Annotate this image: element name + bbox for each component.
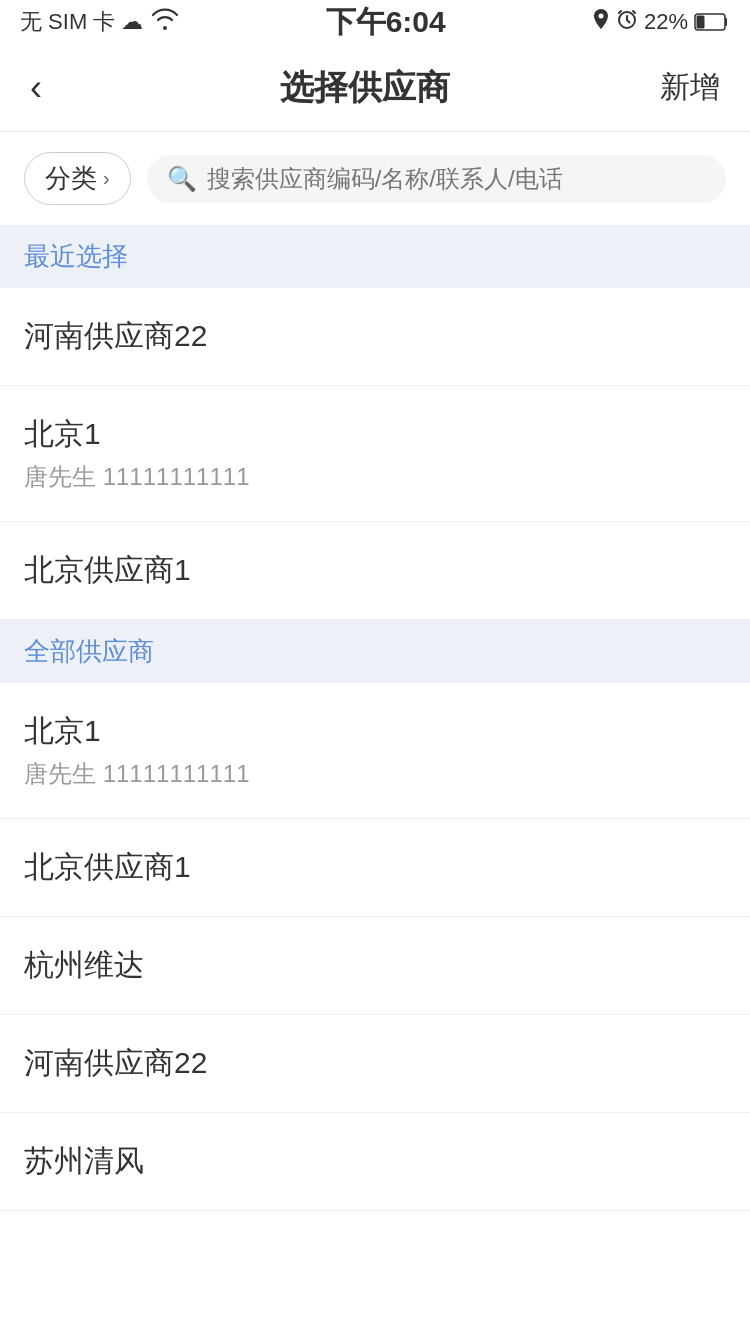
list-item[interactable]: 杭州维达 xyxy=(0,917,750,1015)
status-left: 无 SIM 卡 ☁ xyxy=(20,7,179,37)
chevron-right-icon: › xyxy=(103,167,110,190)
status-bar: 无 SIM 卡 ☁ 下午6:04 22% xyxy=(0,0,750,44)
alarm-icon xyxy=(616,8,638,36)
battery-icon xyxy=(694,12,730,32)
search-input-wrap[interactable]: 🔍 xyxy=(147,155,726,203)
list-item[interactable]: 北京供应商1 xyxy=(0,819,750,917)
recent-list: 河南供应商22 北京1 唐先生 11111111111 北京供应商1 xyxy=(0,288,750,620)
item-name: 北京供应商1 xyxy=(24,550,726,591)
no-sim-label: 无 SIM 卡 ☁ xyxy=(20,7,143,37)
item-name: 杭州维达 xyxy=(24,945,726,986)
item-sub: 唐先生 11111111111 xyxy=(24,461,726,493)
search-bar: 分类 › 🔍 xyxy=(0,132,750,225)
svg-rect-2 xyxy=(696,16,704,29)
list-item[interactable]: 北京供应商1 xyxy=(0,522,750,620)
status-right: 22% xyxy=(592,8,730,36)
search-input[interactable] xyxy=(207,165,706,193)
list-item[interactable]: 河南供应商22 xyxy=(0,1015,750,1113)
item-name: 河南供应商22 xyxy=(24,316,726,357)
all-list: 北京1 唐先生 11111111111 北京供应商1 杭州维达河南供应商22 苏州清风 xyxy=(0,683,750,1211)
category-button[interactable]: 分类 › xyxy=(24,152,131,205)
list-item[interactable]: 河南供应商22 xyxy=(0,288,750,386)
search-icon: 🔍 xyxy=(167,165,197,193)
item-name: 北京供应商1 xyxy=(24,847,726,888)
item-name: 河南供应商22 xyxy=(24,1043,726,1084)
item-sub: 唐先生 11111111111 xyxy=(24,758,726,790)
status-time: 下午6:04 xyxy=(326,2,446,43)
nav-bar: ‹ 选择供应商 新增 xyxy=(0,44,750,132)
item-name: 北京1 xyxy=(24,711,726,752)
list-item[interactable]: 北京1 唐先生 11111111111 xyxy=(0,683,750,819)
list-item[interactable]: 北京1 唐先生 11111111111 xyxy=(0,386,750,522)
back-button[interactable]: ‹ xyxy=(30,67,90,109)
category-label: 分类 xyxy=(45,161,97,196)
battery-label: 22% xyxy=(644,9,688,35)
page-title: 选择供应商 xyxy=(280,65,450,111)
item-name: 北京1 xyxy=(24,414,726,455)
item-name: 苏州清风 xyxy=(24,1141,726,1182)
list-item[interactable]: 苏州清风 xyxy=(0,1113,750,1211)
add-button[interactable]: 新增 xyxy=(640,67,720,108)
recent-section-header: 最近选择 xyxy=(0,225,750,288)
all-section-header: 全部供应商 xyxy=(0,620,750,683)
location-icon xyxy=(592,8,610,36)
wifi-icon xyxy=(151,8,179,36)
